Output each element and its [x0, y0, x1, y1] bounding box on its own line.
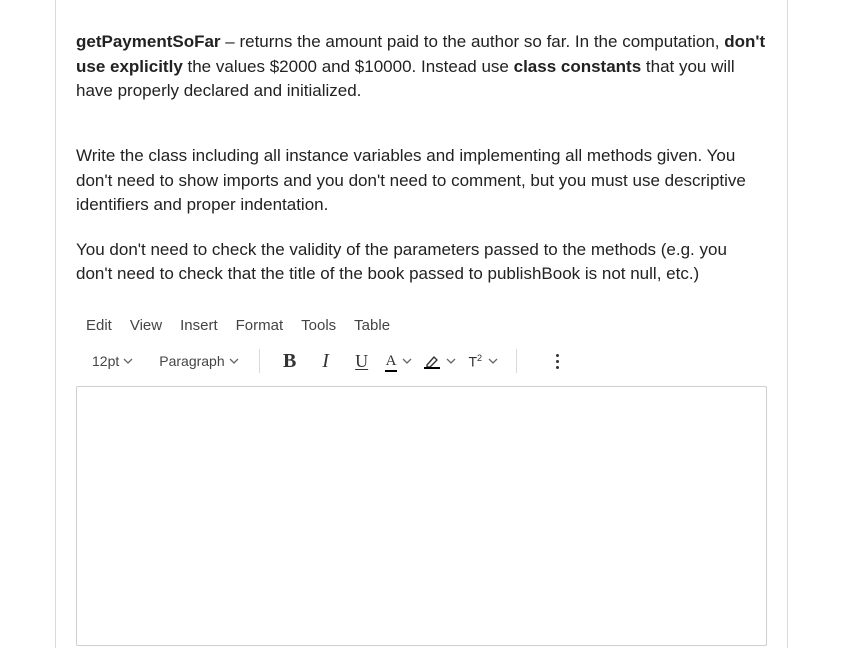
method-name: getPaymentSoFar [76, 32, 221, 51]
editor-menubar: Edit View Insert Format Tools Table [76, 307, 767, 342]
underline-icon: U [355, 351, 368, 372]
font-size-label: 12pt [92, 353, 119, 369]
block-format-dropdown[interactable]: Paragraph [153, 349, 244, 373]
chevron-down-icon [446, 356, 456, 366]
superscript-icon: T2 [468, 353, 482, 370]
emphasis-class-constants: class constants [514, 57, 642, 76]
answer-textarea[interactable] [76, 386, 767, 646]
rich-text-editor: Edit View Insert Format Tools Table 12pt… [76, 307, 767, 646]
menu-insert[interactable]: Insert [180, 317, 218, 334]
chevron-down-icon [229, 356, 239, 366]
more-options-button[interactable] [545, 347, 569, 375]
superscript-button[interactable]: T2 [464, 346, 502, 376]
block-format-label: Paragraph [159, 353, 224, 369]
toolbar-divider [516, 349, 517, 373]
question-paragraph-2: Write the class including all instance v… [76, 144, 767, 218]
toolbar-divider [259, 349, 260, 373]
highlight-icon [424, 353, 440, 369]
kebab-dot-icon [556, 360, 559, 363]
editor-toolbar: 12pt Paragraph B I U A [76, 342, 767, 386]
chevron-down-icon [488, 356, 498, 366]
menu-format[interactable]: Format [236, 317, 284, 334]
highlight-color-button[interactable] [420, 346, 460, 376]
text-color-button[interactable]: A [382, 346, 417, 376]
kebab-dot-icon [556, 366, 559, 369]
chevron-down-icon [123, 356, 133, 366]
menu-edit[interactable]: Edit [86, 317, 112, 334]
question-paragraph-3: You don't need to check the validity of … [76, 238, 767, 287]
menu-table[interactable]: Table [354, 317, 390, 334]
font-size-dropdown[interactable]: 12pt [86, 349, 139, 373]
underline-button[interactable]: U [346, 346, 378, 376]
bold-button[interactable]: B [274, 346, 306, 376]
text-color-icon: A [386, 354, 397, 369]
menu-view[interactable]: View [130, 317, 162, 334]
menu-tools[interactable]: Tools [301, 317, 336, 334]
question-paragraph-1: getPaymentSoFar – returns the amount pai… [76, 30, 767, 104]
italic-button[interactable]: I [310, 346, 342, 376]
kebab-dot-icon [556, 354, 559, 357]
chevron-down-icon [402, 356, 412, 366]
